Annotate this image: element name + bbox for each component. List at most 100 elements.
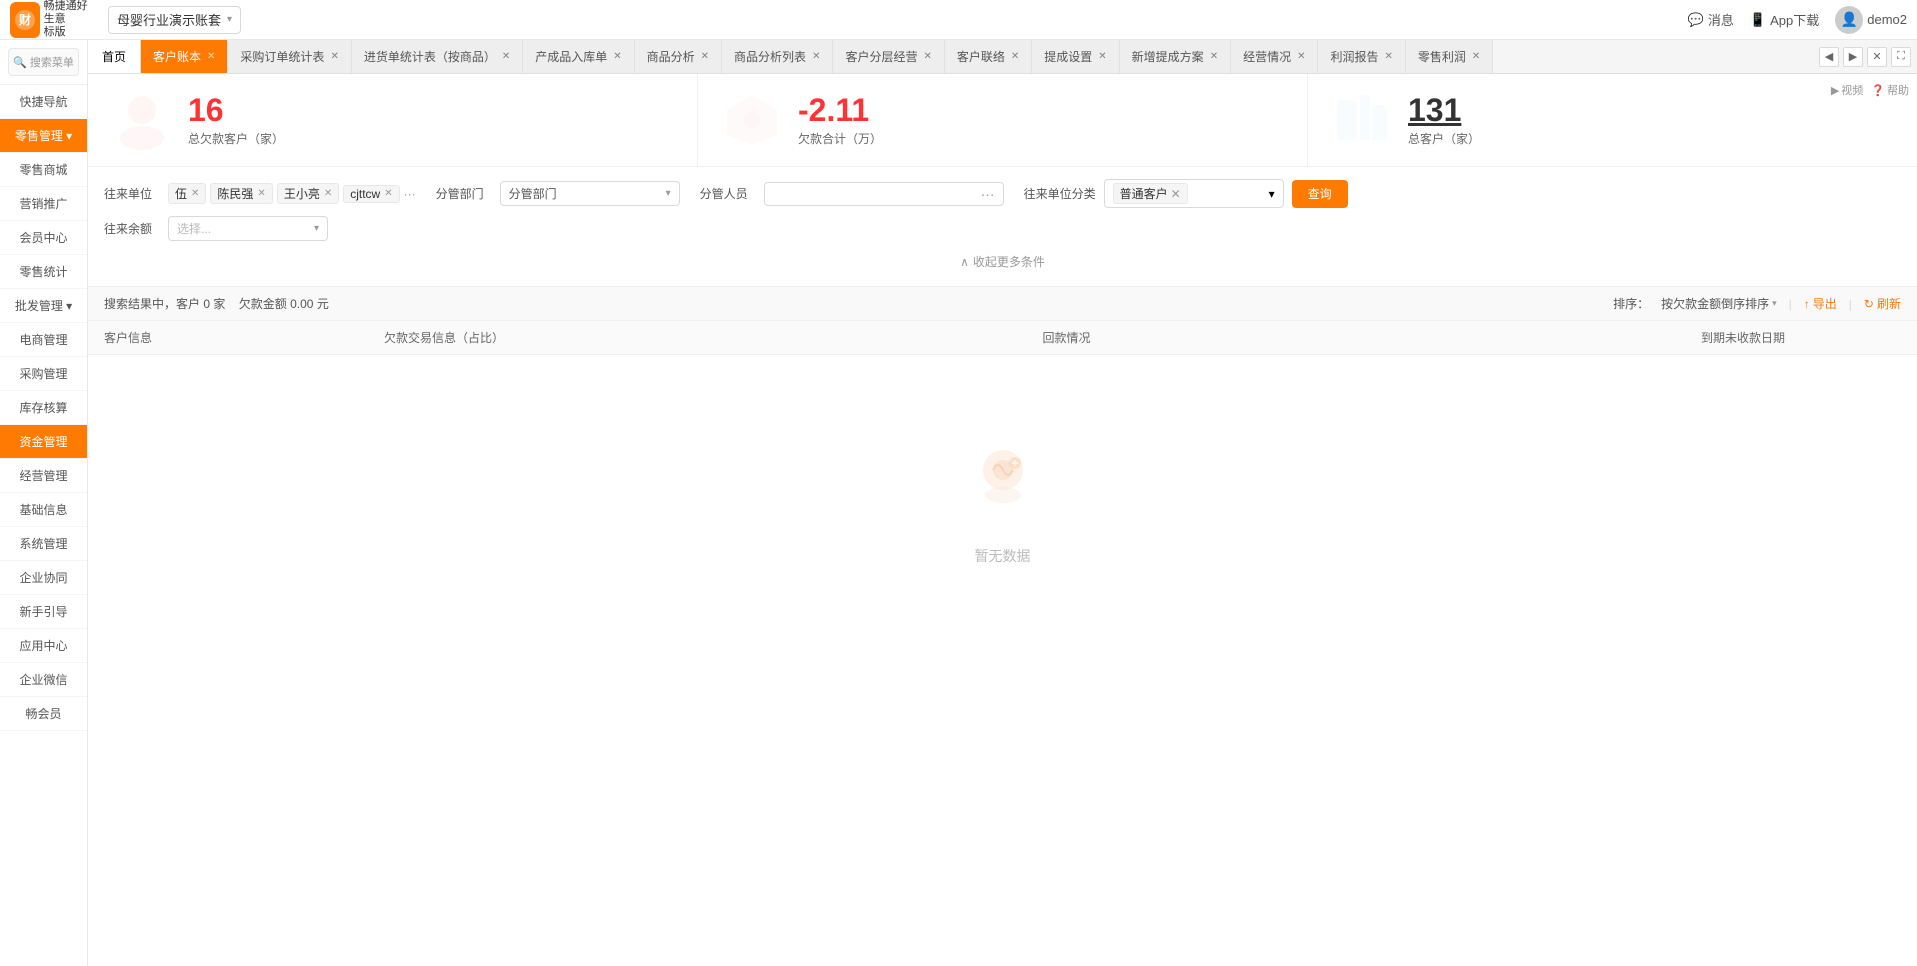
sidebar-item-finance[interactable]: 资金管理 [0, 425, 87, 459]
tab-customer-tier[interactable]: 客户分层经营 ✕ [833, 40, 944, 74]
refresh-button[interactable]: ↻ 刷新 [1864, 295, 1901, 312]
tab-bar: 首页 客户账本 ✕ 采购订单统计表 ✕ 进货单统计表（按商品） ✕ 产成品入库单… [88, 40, 1917, 74]
summary-card-total: 131 总客户（家） ▶ 视频 ❓ 帮助 [1308, 74, 1917, 166]
sidebar-item-retail-mall[interactable]: 零售商城 [0, 153, 87, 187]
summary-help-buttons: ▶ 视频 ❓ 帮助 [1831, 82, 1909, 98]
sidebar-item-system[interactable]: 系统管理 [0, 527, 87, 561]
tab-product-inbound[interactable]: 产成品入库单 ✕ [523, 40, 634, 74]
remove-type-icon[interactable]: ✕ [1171, 187, 1181, 201]
remove-tag-wang[interactable]: ✕ [324, 188, 332, 199]
message-button[interactable]: 💬 消息 [1688, 10, 1734, 29]
filter-tag-wu: 伍 ✕ [168, 183, 206, 204]
close-tab-customer-ledger[interactable]: ✕ [207, 51, 215, 62]
sidebar-item-app-center[interactable]: 应用中心 [0, 629, 87, 663]
org-selector[interactable]: 母婴行业演示账套 ▾ [108, 6, 241, 34]
tab-customer-ledger[interactable]: 客户账本 ✕ [141, 40, 228, 74]
summary-total-main: 131 总客户（家） [1408, 94, 1480, 147]
sidebar-item-newbie[interactable]: 新手引导 [0, 595, 87, 629]
sidebar-item-quick-nav[interactable]: 快捷导航 [0, 85, 87, 119]
col-header-debt: 欠款交易信息（占比） [384, 329, 1043, 346]
remove-tag-chen[interactable]: ✕ [257, 188, 265, 199]
sidebar-item-retail-stats[interactable]: 零售统计 [0, 255, 87, 289]
more-tags-indicator[interactable]: ··· [404, 187, 416, 201]
balance-select[interactable]: 选择... ▾ [168, 216, 328, 241]
tab-operations[interactable]: 经营情况 ✕ [1231, 40, 1318, 74]
tab-scroll-left[interactable]: ◀ [1819, 47, 1839, 67]
collapse-up-icon: ∧ [960, 255, 969, 269]
video-help-button[interactable]: ▶ 视频 [1831, 82, 1863, 98]
tab-commission-settings[interactable]: 提成设置 ✕ [1032, 40, 1119, 74]
close-tab-purchase[interactable]: ✕ [330, 51, 338, 62]
unit-type-select[interactable]: 普通客户 ✕ ▾ [1104, 179, 1284, 208]
tab-purchase-order-stats[interactable]: 采购订单统计表 ✕ [228, 40, 351, 74]
sidebar-item-member-center[interactable]: 会员中心 [0, 221, 87, 255]
close-tab-inbound[interactable]: ✕ [613, 51, 621, 62]
close-tab-profit-report[interactable]: ✕ [1385, 51, 1393, 62]
user-name-label: demo2 [1867, 12, 1907, 27]
sidebar-item-enterprise-collab[interactable]: 企业协同 [0, 561, 87, 595]
sort-by-debt[interactable]: 按欠款金额倒序排序 ▾ [1661, 295, 1777, 312]
sidebar-item-retail-mgmt[interactable]: 零售管理 ▾ [0, 119, 87, 153]
person-more-icon[interactable]: ··· [981, 186, 995, 202]
close-tab-purchase-stats[interactable]: ✕ [502, 51, 510, 62]
sidebar-item-ecommerce[interactable]: 电商管理 [0, 323, 87, 357]
filter-row-1: 往来单位 伍 ✕ 陈民强 ✕ 王小亮 ✕ [104, 179, 1901, 208]
sidebar-item-marketing[interactable]: 营销推广 [0, 187, 87, 221]
refresh-icon: ↻ [1864, 297, 1874, 311]
remove-tag-cjttcw[interactable]: ✕ [384, 188, 392, 199]
app-download-button[interactable]: 📱 App下载 [1750, 10, 1819, 29]
query-button[interactable]: 查询 [1292, 180, 1348, 208]
summary-card-debt: -2.11 欠款合计（万） [698, 74, 1308, 166]
dept-select[interactable]: 分管部门 ▾ [500, 181, 680, 206]
results-bar: 搜索结果中，客户 0 家 欠款金额 0.00 元 排序： 按欠款金额倒序排序 ▾… [88, 287, 1917, 321]
close-tab-retail-profit[interactable]: ✕ [1472, 51, 1480, 62]
export-button[interactable]: ↑ 导出 [1804, 295, 1837, 312]
tab-expand[interactable]: ⛶ [1891, 47, 1911, 67]
remove-tag-wu[interactable]: ✕ [191, 188, 199, 199]
tab-home[interactable]: 首页 [88, 40, 141, 74]
quick-nav-label: 快捷导航 [19, 95, 67, 109]
tab-profit-report[interactable]: 利润报告 ✕ [1318, 40, 1405, 74]
sidebar-item-wholesale[interactable]: 批发管理 ▾ [0, 289, 87, 323]
sidebar-item-wechat[interactable]: 企业微信 [0, 663, 87, 697]
logo-area: 财 畅捷通好生意 标版 [10, 0, 98, 39]
close-tab-commission-settings[interactable]: ✕ [1098, 51, 1106, 62]
close-tab-customer-contact[interactable]: ✕ [1011, 51, 1019, 62]
results-text: 搜索结果中，客户 0 家 欠款金额 0.00 元 [104, 295, 329, 312]
total-bg-icon [1332, 90, 1392, 150]
sidebar-item-basics[interactable]: 基础信息 [0, 493, 87, 527]
sidebar-item-vip[interactable]: 畅会员 [0, 697, 87, 731]
tab-purchase-stats-by-product[interactable]: 进货单统计表（按商品） ✕ [352, 40, 523, 74]
close-tab-product-analysis[interactable]: ✕ [701, 51, 709, 62]
tab-product-analysis-list[interactable]: 商品分析列表 ✕ [722, 40, 833, 74]
sidebar-item-purchase[interactable]: 采购管理 [0, 357, 87, 391]
dept-placeholder: 分管部门 [509, 185, 557, 202]
close-tab-new-commission[interactable]: ✕ [1210, 51, 1218, 62]
tab-customer-contact[interactable]: 客户联络 ✕ [945, 40, 1032, 74]
tab-retail-profit[interactable]: 零售利润 ✕ [1406, 40, 1493, 74]
filter-tag-chen: 陈民强 ✕ [210, 183, 272, 204]
close-tab-customer-tier[interactable]: ✕ [923, 51, 931, 62]
filter-tag-wang: 王小亮 ✕ [277, 183, 339, 204]
summary-customers-main: 16 总欠款客户（家） [188, 94, 284, 147]
tab-product-analysis[interactable]: 商品分析 ✕ [635, 40, 722, 74]
user-avatar[interactable]: 👤 demo2 [1835, 6, 1907, 34]
collapse-button[interactable]: ∧ 收起更多条件 [104, 249, 1901, 274]
table-header: 客户信息 欠款交易信息（占比） 回款情况 到期未收款日期 [88, 321, 1917, 355]
col-header-payment: 回款情况 [1043, 329, 1702, 346]
person-input[interactable]: ··· [764, 182, 1004, 206]
empty-state: 暂无数据 [88, 355, 1917, 646]
sidebar-item-inventory[interactable]: 库存核算 [0, 391, 87, 425]
sidebar-item-operations[interactable]: 经营管理 [0, 459, 87, 493]
search-menu-button[interactable]: 🔍 搜索菜单 [8, 48, 79, 76]
tab-scroll-right[interactable]: ▶ [1843, 47, 1863, 67]
tab-close-all[interactable]: ✕ [1867, 47, 1887, 67]
close-tab-product-analysis-list[interactable]: ✕ [812, 51, 820, 62]
tab-new-commission[interactable]: 新增提成方案 ✕ [1120, 40, 1231, 74]
message-label: 消息 [1708, 10, 1734, 29]
help-button[interactable]: ❓ 帮助 [1871, 82, 1909, 98]
selected-type-tag: 普通客户 ✕ [1113, 183, 1188, 204]
close-tab-operations[interactable]: ✕ [1297, 51, 1305, 62]
svg-text:财: 财 [18, 12, 31, 27]
total-number: 131 [1408, 94, 1480, 126]
